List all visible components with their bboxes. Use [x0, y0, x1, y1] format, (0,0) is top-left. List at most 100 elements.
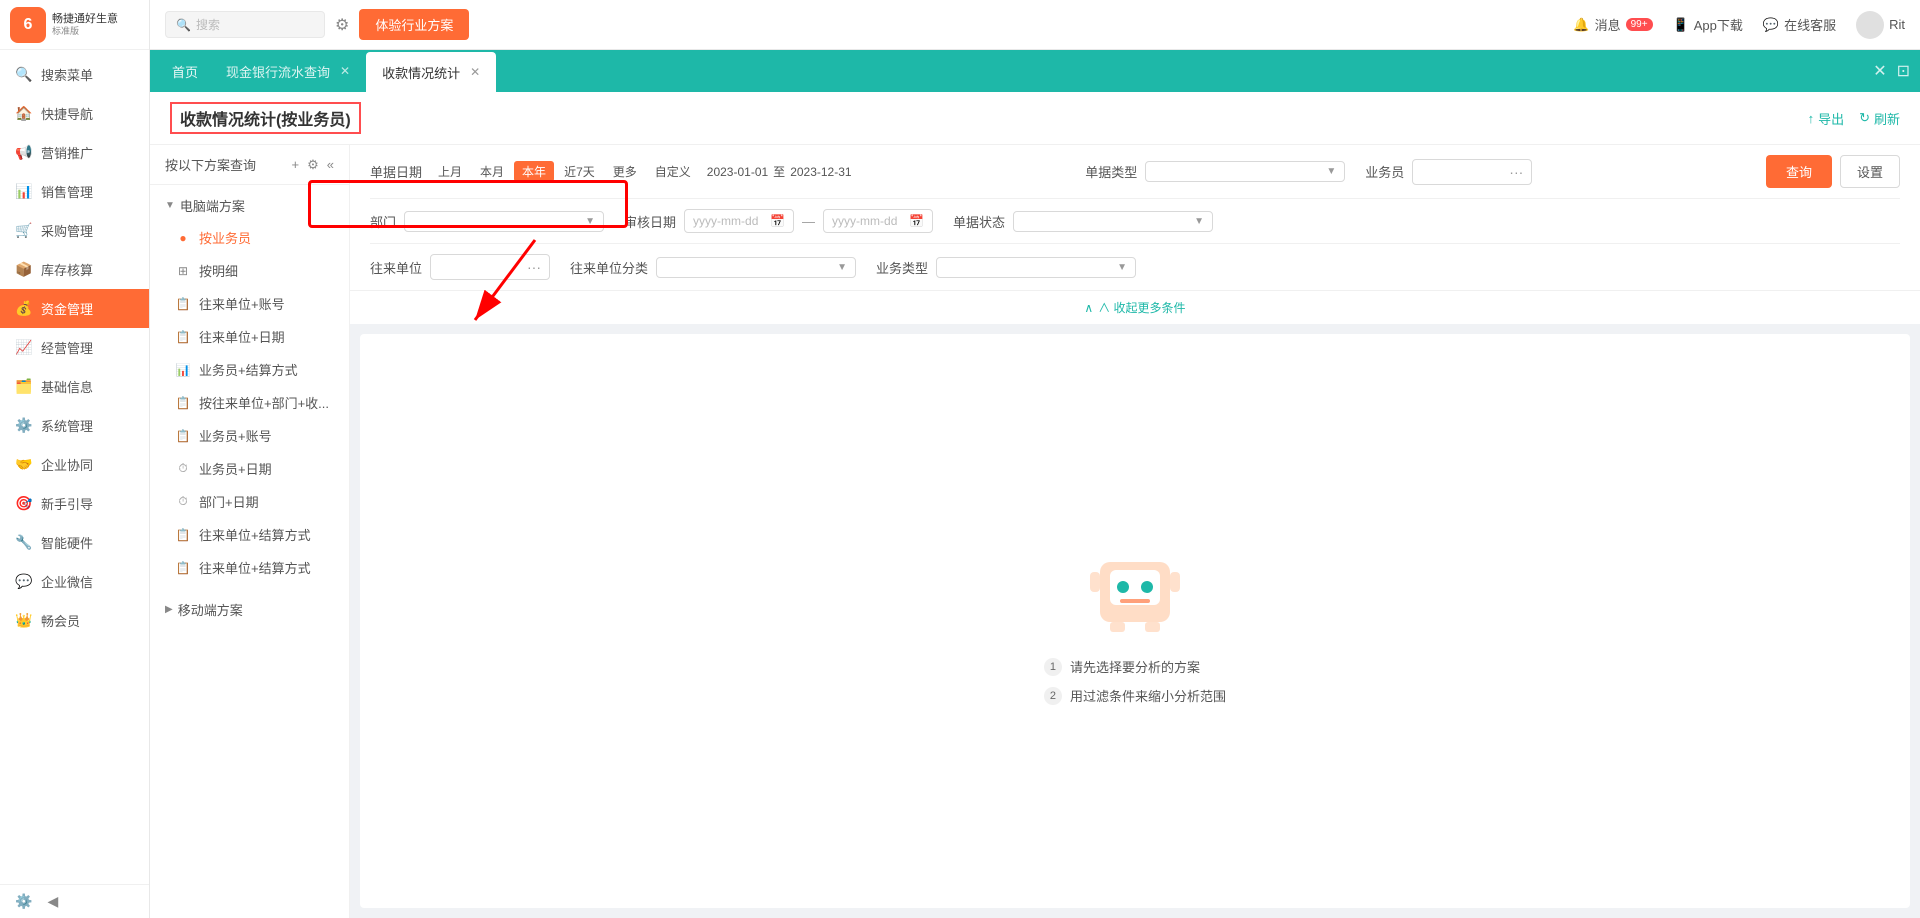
partner-type-select[interactable]: ▼ — [656, 257, 856, 278]
sidebar-item-guide[interactable]: 🎯 新手引导 — [0, 484, 149, 523]
custom-btn[interactable]: 自定义 — [647, 161, 699, 182]
sidebar-item-enterprise[interactable]: 🤝 企业协同 — [0, 445, 149, 484]
date-to-value: 2023-12-31 — [790, 165, 851, 179]
doc-status-dropdown-arrow: ▼ — [1194, 216, 1204, 227]
page-title-bar: 收款情况统计(按业务员) ↑ 导出 ↻ 刷新 — [150, 92, 1920, 145]
tab-bar-right: ✕ ⊡ — [1873, 61, 1910, 81]
sidebar-item-member[interactable]: 👑 畅会员 — [0, 601, 149, 640]
hardware-icon: 🔧 — [15, 534, 33, 552]
query-button[interactable]: 查询 — [1766, 155, 1832, 188]
export-button[interactable]: ↑ 导出 — [1808, 109, 1845, 128]
tab-home[interactable]: 首页 — [160, 50, 210, 92]
scheme-item-salesman-settle[interactable]: 📊 业务员+结算方式 — [150, 353, 349, 386]
tab-bank[interactable]: 现金银行流水查询 ✕ — [210, 50, 366, 92]
doc-type-select[interactable]: ▼ — [1145, 161, 1345, 182]
settings-icon[interactable]: ⚙ — [335, 15, 349, 35]
tip-item-1: 1 请先选择要分析的方案 — [1044, 657, 1226, 676]
query-actions: 查询 设置 — [1766, 155, 1900, 188]
user-menu[interactable]: Rit — [1856, 11, 1905, 39]
settings-bottom-icon[interactable]: ⚙️ — [15, 893, 32, 910]
collapse-scheme-icon[interactable]: « — [327, 157, 334, 173]
last7-btn[interactable]: 近7天 — [556, 161, 603, 182]
main-area: 🔍 搜索 ⚙ 体验行业方案 🔔 消息 99+ 📱 App下载 💬 在线客服 — [150, 0, 1920, 918]
collapse-sidebar-icon[interactable]: ◀‍ — [47, 893, 58, 910]
sidebar-item-hardware[interactable]: 🔧 智能硬件 — [0, 523, 149, 562]
filter-doctype: 单据类型 ▼ — [1085, 161, 1345, 182]
tip-number-1: 1 — [1044, 658, 1062, 676]
sidebar-item-operation[interactable]: 📈 经营管理 — [0, 328, 149, 367]
scheme-group-mobile-title[interactable]: ▶ 移动端方案 — [150, 594, 349, 625]
app-download-button[interactable]: 📱 App下载 — [1673, 15, 1743, 34]
service-icon: 💬 — [1763, 17, 1779, 33]
filter-partner: 往来单位 ··· — [370, 254, 550, 280]
scheme-item-partner-settle2[interactable]: 📋 往来单位+结算方式 — [150, 551, 349, 584]
add-scheme-icon[interactable]: + — [292, 157, 300, 173]
scheme-item-partner-date[interactable]: 📋 往来单位+日期 — [150, 320, 349, 353]
trial-button[interactable]: 体验行业方案 — [359, 9, 469, 40]
home-icon: 🏠 — [15, 105, 33, 123]
online-service-button[interactable]: 💬 在线客服 — [1763, 15, 1836, 34]
sidebar-item-purchase[interactable]: 🛒 采购管理 — [0, 211, 149, 250]
filter-row-3: 往来单位 ··· 往来单位分类 ▼ — [350, 244, 1920, 290]
scheme-item-partner-settle1[interactable]: 📋 往来单位+结算方式 — [150, 518, 349, 551]
sidebar-item-sales[interactable]: 📊 销售管理 — [0, 172, 149, 211]
doc-status-select[interactable]: ▼ — [1013, 211, 1213, 232]
scheme-item-by-detail[interactable]: ⊞ 按明细 — [150, 254, 349, 287]
sidebar-item-wechat[interactable]: 💬 企业微信 — [0, 562, 149, 601]
tab-close-receipt[interactable]: ✕ — [470, 65, 480, 79]
scheme-item-by-salesman[interactable]: ● 按业务员 — [150, 221, 349, 254]
sidebar-item-marketing[interactable]: 📢 营销推广 — [0, 133, 149, 172]
sidebar-item-finance[interactable]: 💰 资金管理 — [0, 289, 149, 328]
salesman-label: 业务员 — [1365, 162, 1404, 181]
scheme-item-dept-date[interactable]: ⏱ 部门+日期 — [150, 485, 349, 518]
filter-date: 单据日期 上月 本月 本年 近7天 更多 自定义 2023-01-01 — [370, 161, 852, 182]
tab-close-bank[interactable]: ✕ — [340, 64, 350, 78]
tab-receipt[interactable]: 收款情况统计 ✕ — [366, 52, 496, 92]
tab-bar: 首页 现金银行流水查询 ✕ 收款情况统计 ✕ ✕ ⊡ — [150, 50, 1920, 92]
tip-text-1: 请先选择要分析的方案 — [1070, 657, 1200, 676]
sidebar-item-system[interactable]: ⚙️ 系统管理 — [0, 406, 149, 445]
page-content: 收款情况统计(按业务员) ↑ 导出 ↻ 刷新 按以下方案查询 + — [150, 92, 1920, 918]
search-icon: 🔍 — [15, 66, 33, 84]
messages-button[interactable]: 🔔 消息 99+ — [1573, 15, 1652, 34]
settings-scheme-icon[interactable]: ⚙ — [307, 157, 319, 173]
header-search-box[interactable]: 🔍 搜索 — [165, 11, 325, 38]
more-btn[interactable]: 更多 — [605, 161, 645, 182]
partner-select[interactable]: ··· — [430, 254, 550, 280]
sidebar-item-inventory[interactable]: 📦 库存核算 — [0, 250, 149, 289]
scheme-group-desktop-title[interactable]: ▼ 电脑端方案 — [150, 190, 349, 221]
empty-state: 1 请先选择要分析的方案 2 用过滤条件来缩小分析范围 — [360, 334, 1910, 908]
this-year-btn[interactable]: 本年 — [514, 161, 554, 182]
collapse-button[interactable]: ∧ ∧ 收起更多条件 — [1084, 299, 1185, 316]
close-window-icon[interactable]: ✕ — [1873, 61, 1886, 81]
scheme-item-salesman-date[interactable]: ⏱ 业务员+日期 — [150, 452, 349, 485]
scheme-panel: 按以下方案查询 + ⚙ « ▼ 电脑端方案 ● 按业务员 — [150, 145, 350, 918]
dept-select[interactable]: ▼ — [404, 211, 604, 232]
sidebar-item-basic[interactable]: 🗂️ 基础信息 — [0, 367, 149, 406]
dept-label: 部门 — [370, 212, 396, 231]
right-panel: 单据日期 上月 本月 本年 近7天 更多 自定义 2023-01-01 — [350, 145, 1920, 918]
salesman-select[interactable]: ··· — [1412, 159, 1532, 185]
sidebar-item-search[interactable]: 🔍 搜索菜单 — [0, 55, 149, 94]
bell-icon: 🔔 — [1573, 17, 1589, 33]
finance-icon: 💰 — [15, 300, 33, 318]
biz-type-select[interactable]: ▼ — [936, 257, 1136, 278]
last-month-btn[interactable]: 上月 — [430, 161, 470, 182]
settings-button[interactable]: 设置 — [1840, 155, 1900, 188]
sidebar-logo: 6 畅捷通好生意 标准版 — [0, 0, 149, 50]
filter-partner-type: 往来单位分类 ▼ — [570, 257, 856, 278]
sidebar-item-quicknav[interactable]: 🏠 快捷导航 — [0, 94, 149, 133]
refresh-icon: ↻ — [1859, 110, 1870, 126]
review-date-to[interactable]: yyyy-mm-dd 📅 — [823, 209, 933, 233]
purchase-icon: 🛒 — [15, 222, 33, 240]
scheme-item-partner-account[interactable]: 📋 往来单位+账号 — [150, 287, 349, 320]
date-separator: — — [802, 214, 815, 229]
refresh-button[interactable]: ↻ 刷新 — [1859, 109, 1900, 128]
review-date-from[interactable]: yyyy-mm-dd 📅 — [684, 209, 794, 233]
scheme-item-by-partner-dept[interactable]: 📋 按往来单位+部门+收... — [150, 386, 349, 419]
header-right: 🔔 消息 99+ 📱 App下载 💬 在线客服 Rit — [1573, 11, 1905, 39]
scheme-item-salesman-account[interactable]: 📋 业务员+账号 — [150, 419, 349, 452]
this-month-btn[interactable]: 本月 — [472, 161, 512, 182]
maximize-icon[interactable]: ⊡ — [1897, 61, 1910, 81]
search-icon: 🔍 — [176, 18, 191, 32]
